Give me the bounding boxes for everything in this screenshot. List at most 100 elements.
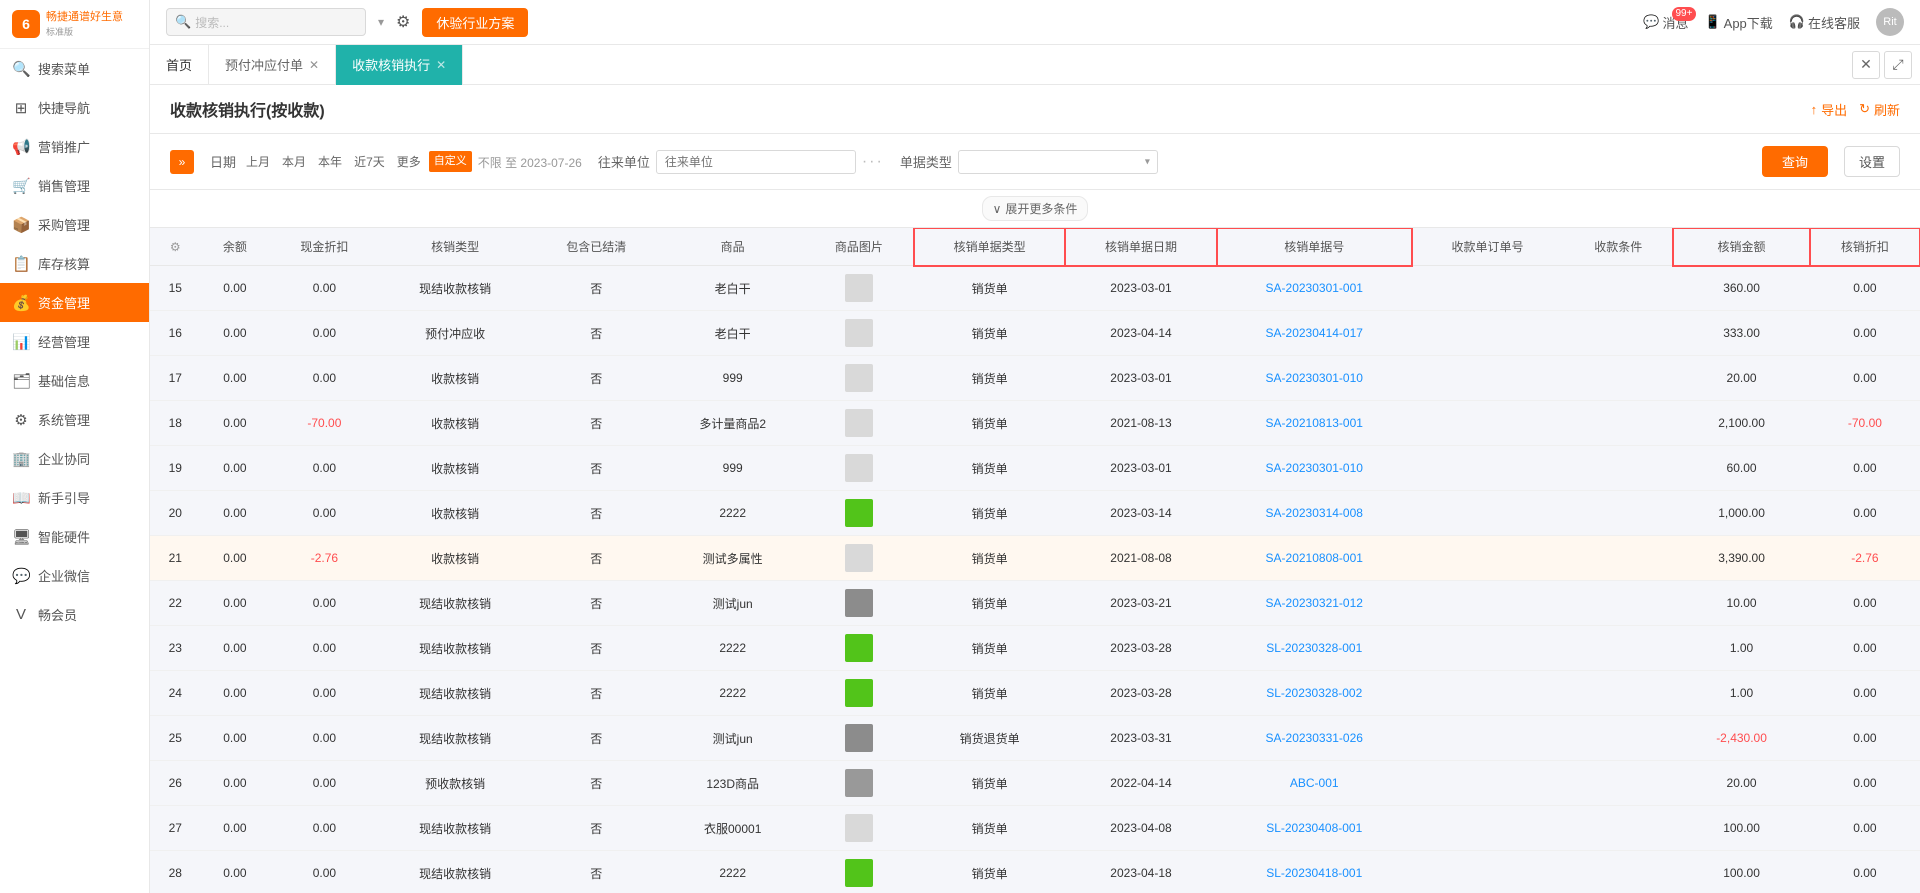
solution-button[interactable]: 休验行业方案 [422,8,528,37]
sidebar-item-inventory[interactable]: 📋库存核算 [0,244,149,283]
sidebar-item-system[interactable]: ⚙系统管理 [0,400,149,439]
sidebar-item-hardware[interactable]: 🖥智能硬件 [0,517,149,556]
messages-link[interactable]: 💬 消息 99+ [1643,13,1688,32]
date-link-last-month[interactable]: 上月 [242,151,274,172]
expand-more-label: 展开更多条件 [1005,200,1077,217]
sidebar: 6 畅捷通谱好生意 标准版 🔍搜索菜单⊞快捷导航📢营销推广🛒销售管理📦采购管理📋… [0,0,150,893]
tab-collection[interactable]: 收款核销执行 ✕ [336,45,463,85]
refresh-button[interactable]: ↻ 刷新 [1859,100,1900,119]
row-writeoff-type: 收款核销 [379,446,530,491]
row-product: 老白干 [662,311,804,356]
writeoff-bill-link[interactable]: ABC-001 [1290,776,1339,790]
row-collection-order-no [1412,446,1563,491]
sidebar-item-search[interactable]: 🔍搜索菜单 [0,49,149,88]
row-writeoff-type: 收款核销 [379,536,530,581]
row-collection-terms [1563,356,1673,401]
row-writeoff-discount: 0.00 [1810,446,1920,491]
row-cash-discount: 0.00 [269,266,379,311]
sidebar-item-marketing[interactable]: 📢营销推广 [0,127,149,166]
export-button[interactable]: ↑ 导出 [1811,100,1848,119]
sidebar-item-guide[interactable]: 📖新手引导 [0,478,149,517]
row-collection-terms [1563,716,1673,761]
tab-prepay[interactable]: 预付冲应付单 ✕ [209,45,336,85]
user-avatar[interactable]: Rit [1876,8,1904,36]
sidebar-item-corp[interactable]: 🏢企业协同 [0,439,149,478]
row-writeoff-bill-type: 销货单 [914,401,1065,446]
writeoff-bill-link[interactable]: SA-20230301-010 [1266,371,1363,385]
row-balance: 0.00 [201,356,270,401]
sidebar-item-finance[interactable]: 💰资金管理 [0,283,149,322]
partner-input[interactable] [656,150,856,174]
quicknav-icon: ⊞ [12,99,30,117]
writeoff-bill-link[interactable]: SA-20230301-001 [1266,281,1363,295]
row-product-img [804,536,914,581]
sidebar-item-management[interactable]: 📊经营管理 [0,322,149,361]
row-writeoff-discount: 0.00 [1810,626,1920,671]
prepay-tab-close[interactable]: ✕ [309,58,319,72]
filter-toggle-btn[interactable]: » [170,150,194,174]
sidebar-item-sales[interactable]: 🛒销售管理 [0,166,149,205]
row-id: 27 [150,806,201,851]
table-scroll[interactable]: ⚙ 余额 现金折扣 核销类型 包含已结清 商品 商品图片 核销单据类型 核销单据… [150,228,1920,893]
writeoff-bill-link[interactable]: SL-20230328-001 [1266,641,1362,655]
row-collection-order-no [1412,536,1563,581]
collection-tab-close[interactable]: ✕ [436,58,446,72]
topbar-dropdown-arrow[interactable]: ▾ [378,15,384,29]
writeoff-bill-link[interactable]: SA-20210813-001 [1266,416,1363,430]
writeoff-bill-link[interactable]: SA-20230331-026 [1266,731,1363,745]
row-balance: 0.00 [201,671,270,716]
bill-type-select[interactable] [958,150,1158,174]
date-link-this-month[interactable]: 本月 [278,151,310,172]
sidebar-item-quicknav[interactable]: ⊞快捷导航 [0,88,149,127]
topbar-gear-icon[interactable]: ⚙ [396,12,410,32]
row-id: 22 [150,581,201,626]
row-writeoff-bill-type: 销货单 [914,311,1065,356]
tab-close-btn[interactable]: ✕ [1852,51,1880,79]
writeoff-bill-link[interactable]: SL-20230328-002 [1266,686,1362,700]
date-link-7days[interactable]: 近7天 [350,151,389,172]
row-writeoff-type: 现结收款核销 [379,806,530,851]
date-link-more[interactable]: 更多 [393,151,425,172]
partner-dots: ··· [862,153,884,171]
writeoff-bill-link[interactable]: SA-20230314-008 [1266,506,1363,520]
sidebar-item-basic[interactable]: 🗂基础信息 [0,361,149,400]
writeoff-bill-link[interactable]: SL-20230418-001 [1266,866,1362,880]
table-row: 18 0.00 -70.00 收款核销 否 多计量商品2 销货单 2021-08… [150,401,1920,446]
tab-home[interactable]: 首页 [150,45,209,85]
topbar-right: 💬 消息 99+ 📱 App下载 🎧 在线客服 Rit [1643,8,1904,36]
brand-text: 畅捷通谱好生意 标准版 [46,10,123,37]
writeoff-bill-link[interactable]: SA-20230301-010 [1266,461,1363,475]
row-product-img [804,761,914,806]
sidebar-item-wechat[interactable]: 💬企业微信 [0,556,149,595]
table-row: 26 0.00 0.00 预收款核销 否 123D商品 销货单 2022-04-… [150,761,1920,806]
col-gear-header: ⚙ [150,228,201,266]
writeoff-bill-link[interactable]: SL-20230408-001 [1266,821,1362,835]
member-icon: V [12,606,30,623]
prepay-tab-label: 预付冲应付单 [225,55,303,74]
row-included-settled: 否 [531,311,662,356]
writeoff-bill-link[interactable]: SA-20230414-017 [1266,326,1363,340]
row-writeoff-bill-date: 2023-04-08 [1065,806,1216,851]
search-icon: 🔍 [12,60,30,78]
filter-toggle-icon: » [179,155,186,169]
sidebar-item-purchase[interactable]: 📦采购管理 [0,205,149,244]
row-product: 测试jun [662,581,804,626]
online-service-link[interactable]: 🎧 在线客服 [1789,13,1860,32]
row-cash-discount: 0.00 [269,851,379,893]
settings-button[interactable]: 设置 [1844,146,1900,177]
row-collection-terms [1563,266,1673,311]
writeoff-bill-link[interactable]: SA-20230321-012 [1266,596,1363,610]
row-id: 18 [150,401,201,446]
writeoff-bill-link[interactable]: SA-20210808-001 [1266,551,1363,565]
row-writeoff-bill-type: 销货单 [914,446,1065,491]
row-product: 999 [662,356,804,401]
app-download-link[interactable]: 📱 App下载 [1704,13,1772,32]
tab-maximize-btn[interactable]: ⤢ [1884,51,1912,79]
gear-icon[interactable]: ⚙ [170,240,181,254]
query-button[interactable]: 查询 [1762,146,1828,177]
expand-more-btn[interactable]: ∨ 展开更多条件 [982,196,1089,221]
sidebar-item-member[interactable]: V畅会员 [0,595,149,634]
date-custom-btn[interactable]: 自定义 [429,151,472,172]
col-collection-terms-header: 收款条件 [1563,228,1673,266]
date-link-this-year[interactable]: 本年 [314,151,346,172]
